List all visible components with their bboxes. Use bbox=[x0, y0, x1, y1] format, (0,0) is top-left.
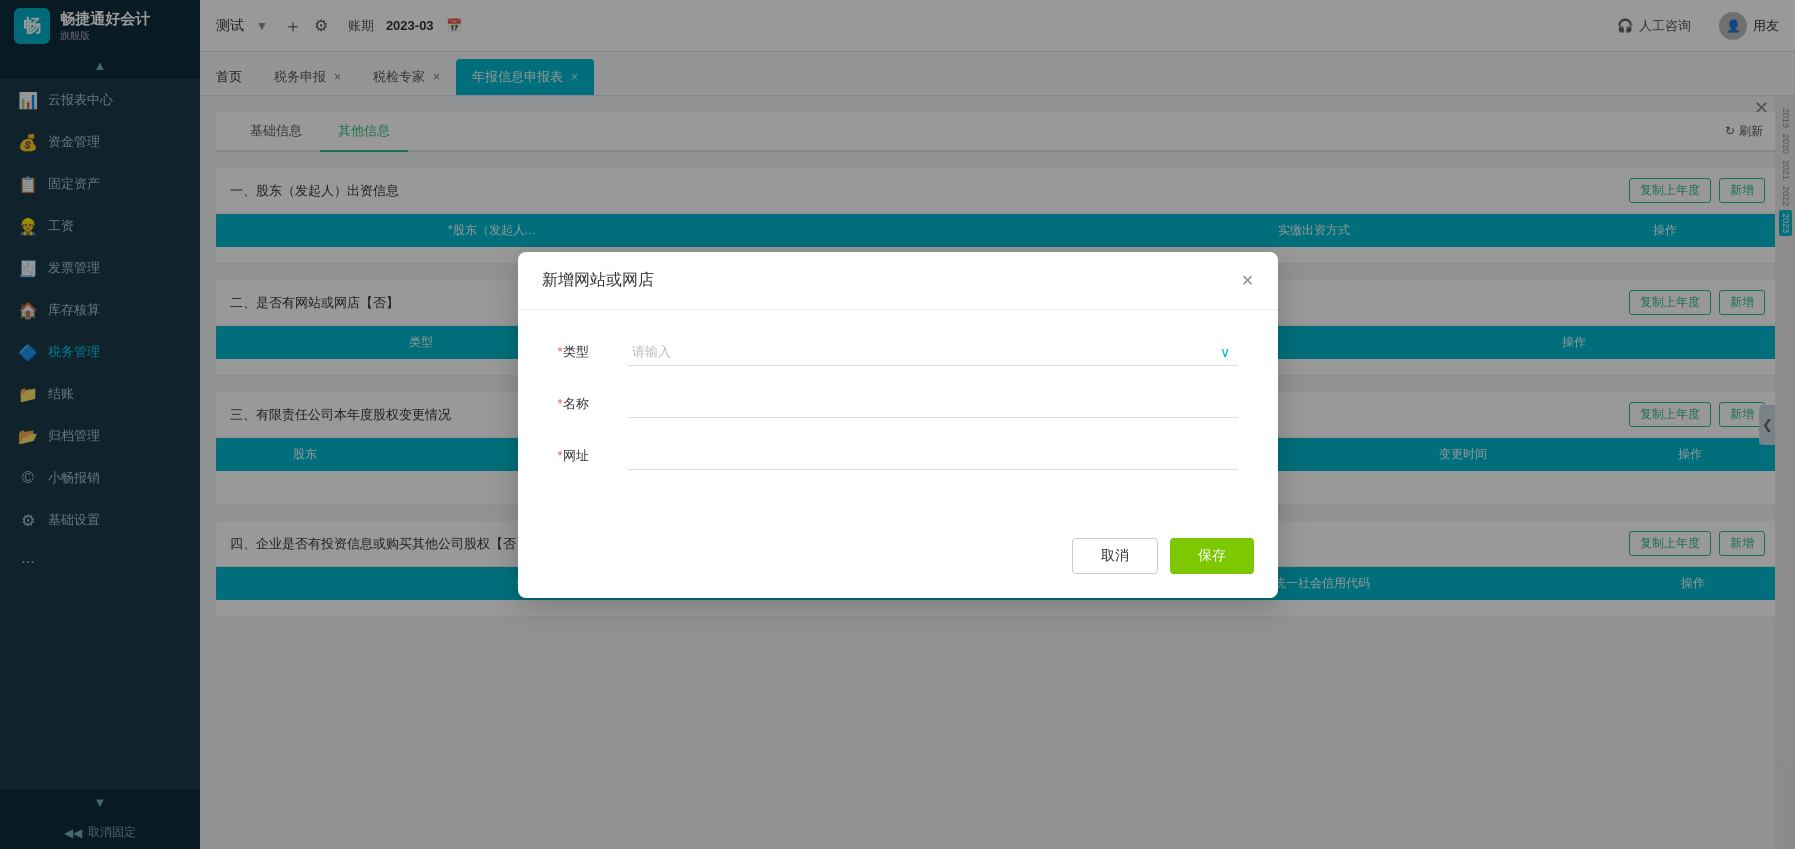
url-label-text: 网址 bbox=[563, 448, 589, 463]
dialog-footer: 取消 保存 bbox=[518, 522, 1278, 598]
dialog-close-button[interactable]: × bbox=[1242, 270, 1254, 290]
url-input-wrap bbox=[628, 442, 1238, 470]
type-dropdown-icon[interactable]: ∨ bbox=[1220, 344, 1230, 360]
name-label: *名称 bbox=[558, 395, 628, 413]
form-row-name: *名称 bbox=[558, 390, 1238, 418]
url-label: *网址 bbox=[558, 447, 628, 465]
name-label-text: 名称 bbox=[563, 396, 589, 411]
form-row-url: *网址 bbox=[558, 442, 1238, 470]
type-input[interactable] bbox=[628, 338, 1238, 366]
cancel-button[interactable]: 取消 bbox=[1072, 538, 1158, 574]
type-input-wrap: ∨ bbox=[628, 338, 1238, 366]
dialog-overlay: 新增网站或网店 × *类型 ∨ *名称 bbox=[0, 0, 1795, 849]
dialog-header: 新增网站或网店 × bbox=[518, 252, 1278, 310]
save-button[interactable]: 保存 bbox=[1170, 538, 1254, 574]
type-label-text: 类型 bbox=[563, 344, 589, 359]
dialog-title: 新增网站或网店 bbox=[542, 270, 654, 291]
dialog-body: *类型 ∨ *名称 *网址 bbox=[518, 310, 1278, 522]
url-input[interactable] bbox=[628, 442, 1238, 470]
name-input[interactable] bbox=[628, 390, 1238, 418]
name-input-wrap bbox=[628, 390, 1238, 418]
form-row-type: *类型 ∨ bbox=[558, 338, 1238, 366]
add-website-dialog: 新增网站或网店 × *类型 ∨ *名称 bbox=[518, 252, 1278, 598]
type-label: *类型 bbox=[558, 343, 628, 361]
